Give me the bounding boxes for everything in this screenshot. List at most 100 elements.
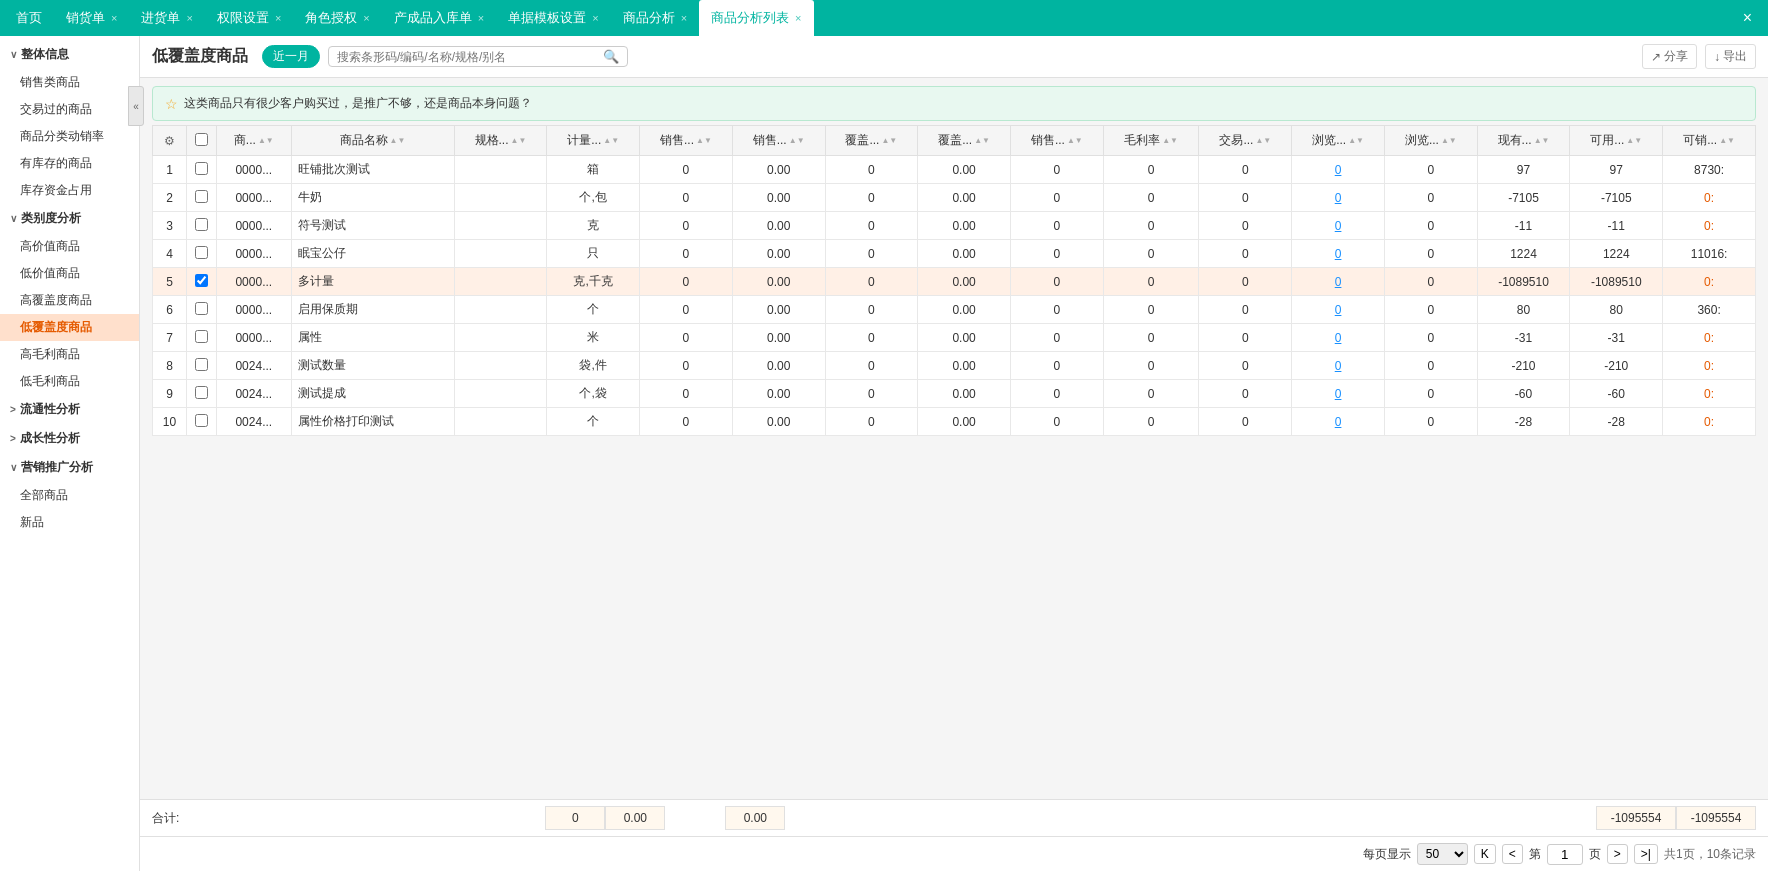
nav-tab-production-close[interactable]: × xyxy=(478,12,484,24)
sidebar-item-high-value[interactable]: 高价值商品 xyxy=(0,233,139,260)
sidebar-section-marketing[interactable]: ∨ 营销推广分析 xyxy=(0,453,139,482)
row-browse1[interactable]: 0 xyxy=(1292,408,1385,436)
nav-tab-sales[interactable]: 销货单 × xyxy=(54,0,129,36)
col-browse2-sort[interactable]: ▲▼ xyxy=(1441,136,1457,145)
sidebar-item-category-turnover[interactable]: 商品分类动销率 xyxy=(0,123,139,150)
row-coverage2: 0.00 xyxy=(918,156,1011,184)
last-page-button[interactable]: >| xyxy=(1634,844,1658,864)
col-name-sort[interactable]: ▲▼ xyxy=(390,136,406,145)
sidebar-collapse-button[interactable]: « xyxy=(128,86,144,126)
col-coverage2-sort[interactable]: ▲▼ xyxy=(974,136,990,145)
col-available-sort[interactable]: ▲▼ xyxy=(1626,136,1642,145)
nav-tab-analysis[interactable]: 商品分析 × xyxy=(611,0,699,36)
nav-tab-purchase[interactable]: 进货单 × xyxy=(129,0,204,36)
nav-tab-roles[interactable]: 角色授权 × xyxy=(293,0,381,36)
row-browse1[interactable]: 0 xyxy=(1292,380,1385,408)
nav-tab-analysis-list[interactable]: 商品分析列表 × xyxy=(699,0,813,36)
sidebar-section-growth[interactable]: > 成长性分析 xyxy=(0,424,139,453)
col-sales-qty-sort[interactable]: ▲▼ xyxy=(696,136,712,145)
row-browse1[interactable]: 0 xyxy=(1292,184,1385,212)
row-checkbox[interactable] xyxy=(195,386,208,399)
row-checkbox[interactable] xyxy=(195,274,208,287)
sidebar-item-low-value[interactable]: 低价值商品 xyxy=(0,260,139,287)
col-sellable: 可销...▲▼ xyxy=(1663,126,1756,156)
row-checkbox[interactable] xyxy=(195,330,208,343)
nav-tab-roles-close[interactable]: × xyxy=(363,12,369,24)
sidebar-item-traded-products[interactable]: 交易过的商品 xyxy=(0,96,139,123)
nav-tab-production[interactable]: 产成品入库单 × xyxy=(382,0,496,36)
row-browse1[interactable]: 0 xyxy=(1292,212,1385,240)
row-code: 0000... xyxy=(217,212,291,240)
nav-tab-templates[interactable]: 单据模板设置 × xyxy=(496,0,610,36)
search-icon[interactable]: 🔍 xyxy=(603,49,619,64)
page-size-select[interactable]: 50 20 100 xyxy=(1417,843,1468,865)
row-browse1[interactable]: 0 xyxy=(1292,324,1385,352)
first-page-button[interactable]: K xyxy=(1474,844,1496,864)
col-coverage1-sort[interactable]: ▲▼ xyxy=(881,136,897,145)
row-checkbox[interactable] xyxy=(195,190,208,203)
row-browse1[interactable]: 0 xyxy=(1292,352,1385,380)
row-checkbox[interactable] xyxy=(195,218,208,231)
row-no: 6 xyxy=(153,296,187,324)
row-browse1[interactable]: 0 xyxy=(1292,268,1385,296)
page-number-input[interactable] xyxy=(1547,844,1583,865)
nav-tab-permissions[interactable]: 权限设置 × xyxy=(205,0,293,36)
row-checkbox[interactable] xyxy=(195,246,208,259)
nav-tab-sales-close[interactable]: × xyxy=(111,12,117,24)
col-settings[interactable]: ⚙ xyxy=(153,126,187,156)
nav-tab-home[interactable]: 首页 xyxy=(4,0,54,36)
sidebar-section-circulation[interactable]: > 流通性分析 xyxy=(0,395,139,424)
row-checkbox[interactable] xyxy=(195,162,208,175)
sidebar-item-stocked-products[interactable]: 有库存的商品 xyxy=(0,150,139,177)
col-sellable-sort[interactable]: ▲▼ xyxy=(1719,136,1735,145)
col-current-stock-sort[interactable]: ▲▼ xyxy=(1534,136,1550,145)
col-unit-sort[interactable]: ▲▼ xyxy=(603,136,619,145)
col-code-sort[interactable]: ▲▼ xyxy=(258,136,274,145)
filter-recent-month-button[interactable]: 近一月 xyxy=(262,45,320,68)
row-checkbox[interactable] xyxy=(195,414,208,427)
row-checkbox[interactable] xyxy=(195,358,208,371)
col-spec-sort[interactable]: ▲▼ xyxy=(511,136,527,145)
sidebar-item-low-margin[interactable]: 低毛利商品 xyxy=(0,368,139,395)
nav-tab-analysis-close[interactable]: × xyxy=(681,12,687,24)
row-code: 0000... xyxy=(217,156,291,184)
row-browse1[interactable]: 0 xyxy=(1292,156,1385,184)
export-button[interactable]: ↓ 导出 xyxy=(1705,44,1756,69)
sidebar-item-high-margin[interactable]: 高毛利商品 xyxy=(0,341,139,368)
prev-page-button[interactable]: < xyxy=(1502,844,1523,864)
row-browse1[interactable]: 0 xyxy=(1292,240,1385,268)
settings-icon[interactable]: ⚙ xyxy=(164,134,175,148)
col-transaction-sort[interactable]: ▲▼ xyxy=(1255,136,1271,145)
table-row: 4 0000... 眠宝公仔 只 0 0.00 0 0.00 0 0 0 0 0… xyxy=(153,240,1756,268)
row-current-stock: -1089510 xyxy=(1477,268,1570,296)
nav-tab-templates-close[interactable]: × xyxy=(592,12,598,24)
sidebar-section-overall[interactable]: ∨ 整体信息 xyxy=(0,40,139,69)
sidebar-item-inventory-capital[interactable]: 库存资金占用 xyxy=(0,177,139,204)
row-unit: 米 xyxy=(547,324,640,352)
nav-tab-analysis-list-close[interactable]: × xyxy=(795,12,801,24)
sidebar-item-sales-products[interactable]: 销售类商品 xyxy=(0,69,139,96)
select-all-checkbox[interactable] xyxy=(195,133,208,146)
col-name-label: 商品名称 xyxy=(340,133,388,147)
nav-close-all-button[interactable]: × xyxy=(1731,9,1764,27)
nav-tab-purchase-close[interactable]: × xyxy=(186,12,192,24)
row-sales-cnt: 0 xyxy=(1010,268,1103,296)
sidebar-item-new-products[interactable]: 新品 xyxy=(0,509,139,536)
sidebar-section-category[interactable]: ∨ 类别度分析 xyxy=(0,204,139,233)
next-page-button[interactable]: > xyxy=(1607,844,1628,864)
sidebar-item-all-products[interactable]: 全部商品 xyxy=(0,482,139,509)
col-gross-margin-sort[interactable]: ▲▼ xyxy=(1162,136,1178,145)
col-transaction-label: 交易... xyxy=(1219,133,1253,147)
row-checkbox[interactable] xyxy=(195,302,208,315)
col-browse1-sort[interactable]: ▲▼ xyxy=(1348,136,1364,145)
row-name: 眠宝公仔 xyxy=(291,240,454,268)
col-sales-amt-sort[interactable]: ▲▼ xyxy=(789,136,805,145)
col-sales-cnt-sort[interactable]: ▲▼ xyxy=(1067,136,1083,145)
search-input[interactable] xyxy=(337,50,599,64)
row-browse1[interactable]: 0 xyxy=(1292,296,1385,324)
nav-tab-permissions-close[interactable]: × xyxy=(275,12,281,24)
col-sales-qty: 销售...▲▼ xyxy=(640,126,733,156)
sidebar-item-high-coverage[interactable]: 高覆盖度商品 xyxy=(0,287,139,314)
share-button[interactable]: ↗ 分享 xyxy=(1642,44,1697,69)
sidebar-item-low-coverage[interactable]: 低覆盖度商品 xyxy=(0,314,139,341)
